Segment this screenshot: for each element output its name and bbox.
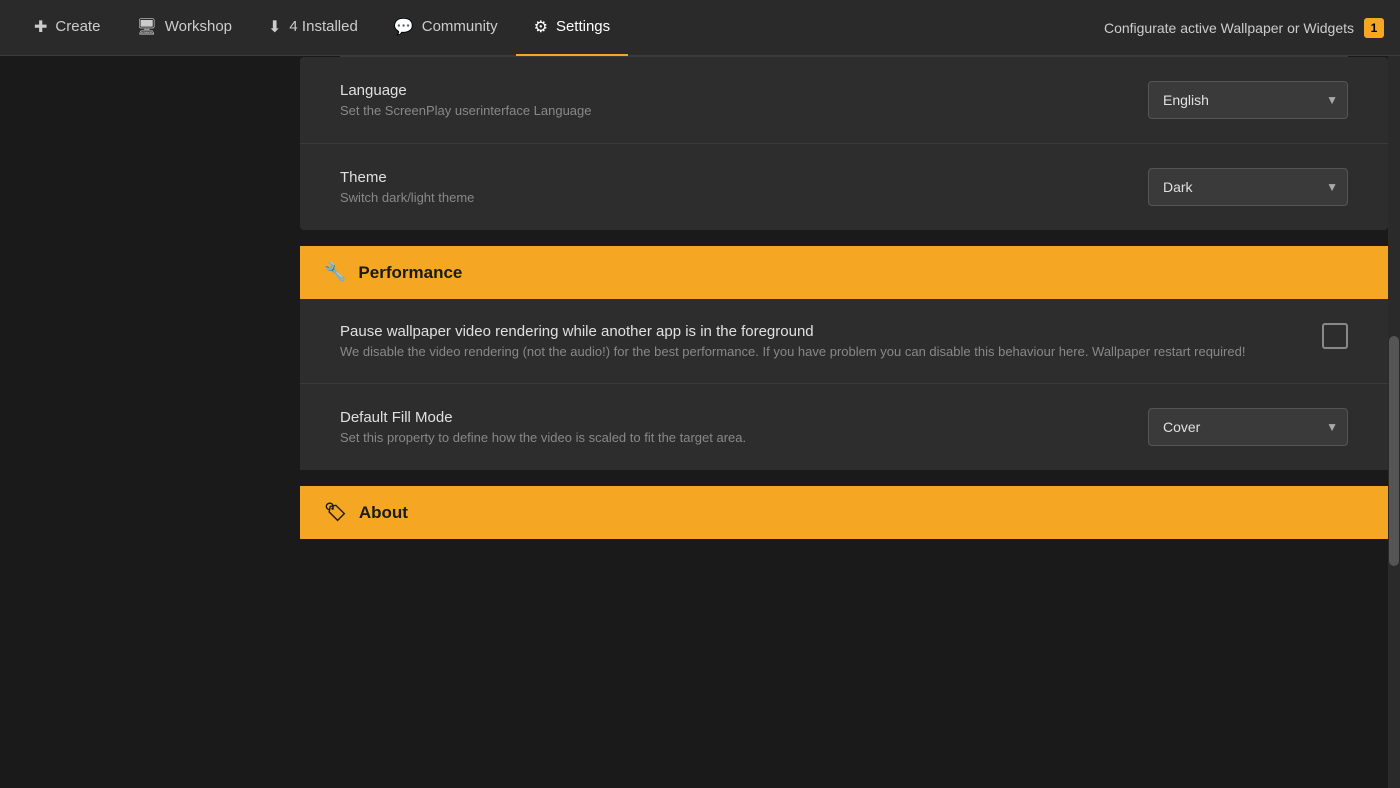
nav-create-label: Create (55, 18, 100, 35)
fill-mode-info: Default Fill Mode Set this property to d… (340, 409, 746, 445)
general-settings-panel: Language Set the ScreenPlay userinterfac… (300, 57, 1388, 230)
nav-workshop-label: Workshop (165, 18, 232, 35)
fill-mode-title: Default Fill Mode (340, 409, 746, 426)
language-desc: Set the ScreenPlay userinterface Languag… (340, 103, 592, 118)
fill-mode-select[interactable]: Cover Contain Fill Scale (1148, 408, 1348, 446)
nav-right-area: Configurate active Wallpaper or Widgets … (1104, 18, 1384, 38)
language-select-wrapper: English German French ▼ (1148, 81, 1348, 119)
performance-header: 🔧 Performance (300, 246, 1388, 299)
content-area: Language Set the ScreenPlay userinterfac… (300, 56, 1400, 788)
main-container: Language Set the ScreenPlay userinterfac… (0, 56, 1400, 788)
plus-icon: ✚ (34, 17, 47, 37)
settings-gear-icon: ⚙ (534, 17, 548, 37)
theme-select-wrapper: Dark Light ▼ (1148, 168, 1348, 206)
language-row: Language Set the ScreenPlay userinterfac… (300, 57, 1388, 144)
performance-section: 🔧 Performance Pause wallpaper video rend… (300, 246, 1388, 470)
nav-community-label: Community (422, 18, 498, 35)
wrench-icon: 🔧 (324, 262, 346, 283)
nav-workshop[interactable]: 🖥 Workshop (118, 0, 250, 56)
pause-info: Pause wallpaper video rendering while an… (340, 323, 1245, 359)
fill-mode-desc: Set this property to define how the vide… (340, 430, 746, 445)
about-header-label: About (359, 503, 408, 523)
language-info: Language Set the ScreenPlay userinterfac… (340, 82, 592, 118)
nav-settings-label: Settings (556, 18, 610, 35)
community-icon: 💬 (394, 17, 414, 37)
theme-row: Theme Switch dark/light theme Dark Light… (300, 144, 1388, 230)
scrollbar-track (1388, 56, 1400, 788)
language-select[interactable]: English German French (1148, 81, 1348, 119)
fill-mode-select-wrapper: Cover Contain Fill Scale ▼ (1148, 408, 1348, 446)
theme-title: Theme (340, 169, 474, 186)
fill-mode-row: Default Fill Mode Set this property to d… (300, 384, 1388, 470)
pause-wallpaper-row: Pause wallpaper video rendering while an… (300, 299, 1388, 384)
nav-installed[interactable]: ⬇ 4 Installed (250, 0, 376, 56)
about-section: 🏷 About (300, 486, 1388, 539)
nav-settings[interactable]: ⚙ Settings (516, 0, 629, 56)
scrollbar-thumb[interactable] (1389, 336, 1399, 566)
pause-title: Pause wallpaper video rendering while an… (340, 323, 1245, 340)
scroll-content[interactable]: Language Set the ScreenPlay userinterfac… (300, 56, 1388, 788)
nav-community[interactable]: 💬 Community (376, 0, 516, 56)
nav-installed-label: 4 Installed (289, 18, 357, 35)
theme-select[interactable]: Dark Light (1148, 168, 1348, 206)
nav-create[interactable]: ✚ Create (16, 0, 118, 56)
installed-icon: ⬇ (268, 17, 281, 37)
workshop-icon: 🖥 (136, 17, 156, 37)
language-title: Language (340, 82, 592, 99)
pause-desc: We disable the video rendering (not the … (340, 344, 1245, 359)
performance-header-label: Performance (358, 263, 462, 283)
left-sidebar-space (0, 56, 300, 788)
about-header: 🏷 About (300, 486, 1388, 539)
configure-label: Configurate active Wallpaper or Widgets (1104, 20, 1354, 36)
navbar: ✚ Create 🖥 Workshop ⬇ 4 Installed 💬 Comm… (0, 0, 1400, 56)
theme-info: Theme Switch dark/light theme (340, 169, 474, 205)
info-icon: 🏷 (324, 502, 347, 523)
pause-checkbox[interactable] (1322, 323, 1348, 349)
theme-desc: Switch dark/light theme (340, 190, 474, 205)
active-badge: 1 (1364, 18, 1384, 38)
